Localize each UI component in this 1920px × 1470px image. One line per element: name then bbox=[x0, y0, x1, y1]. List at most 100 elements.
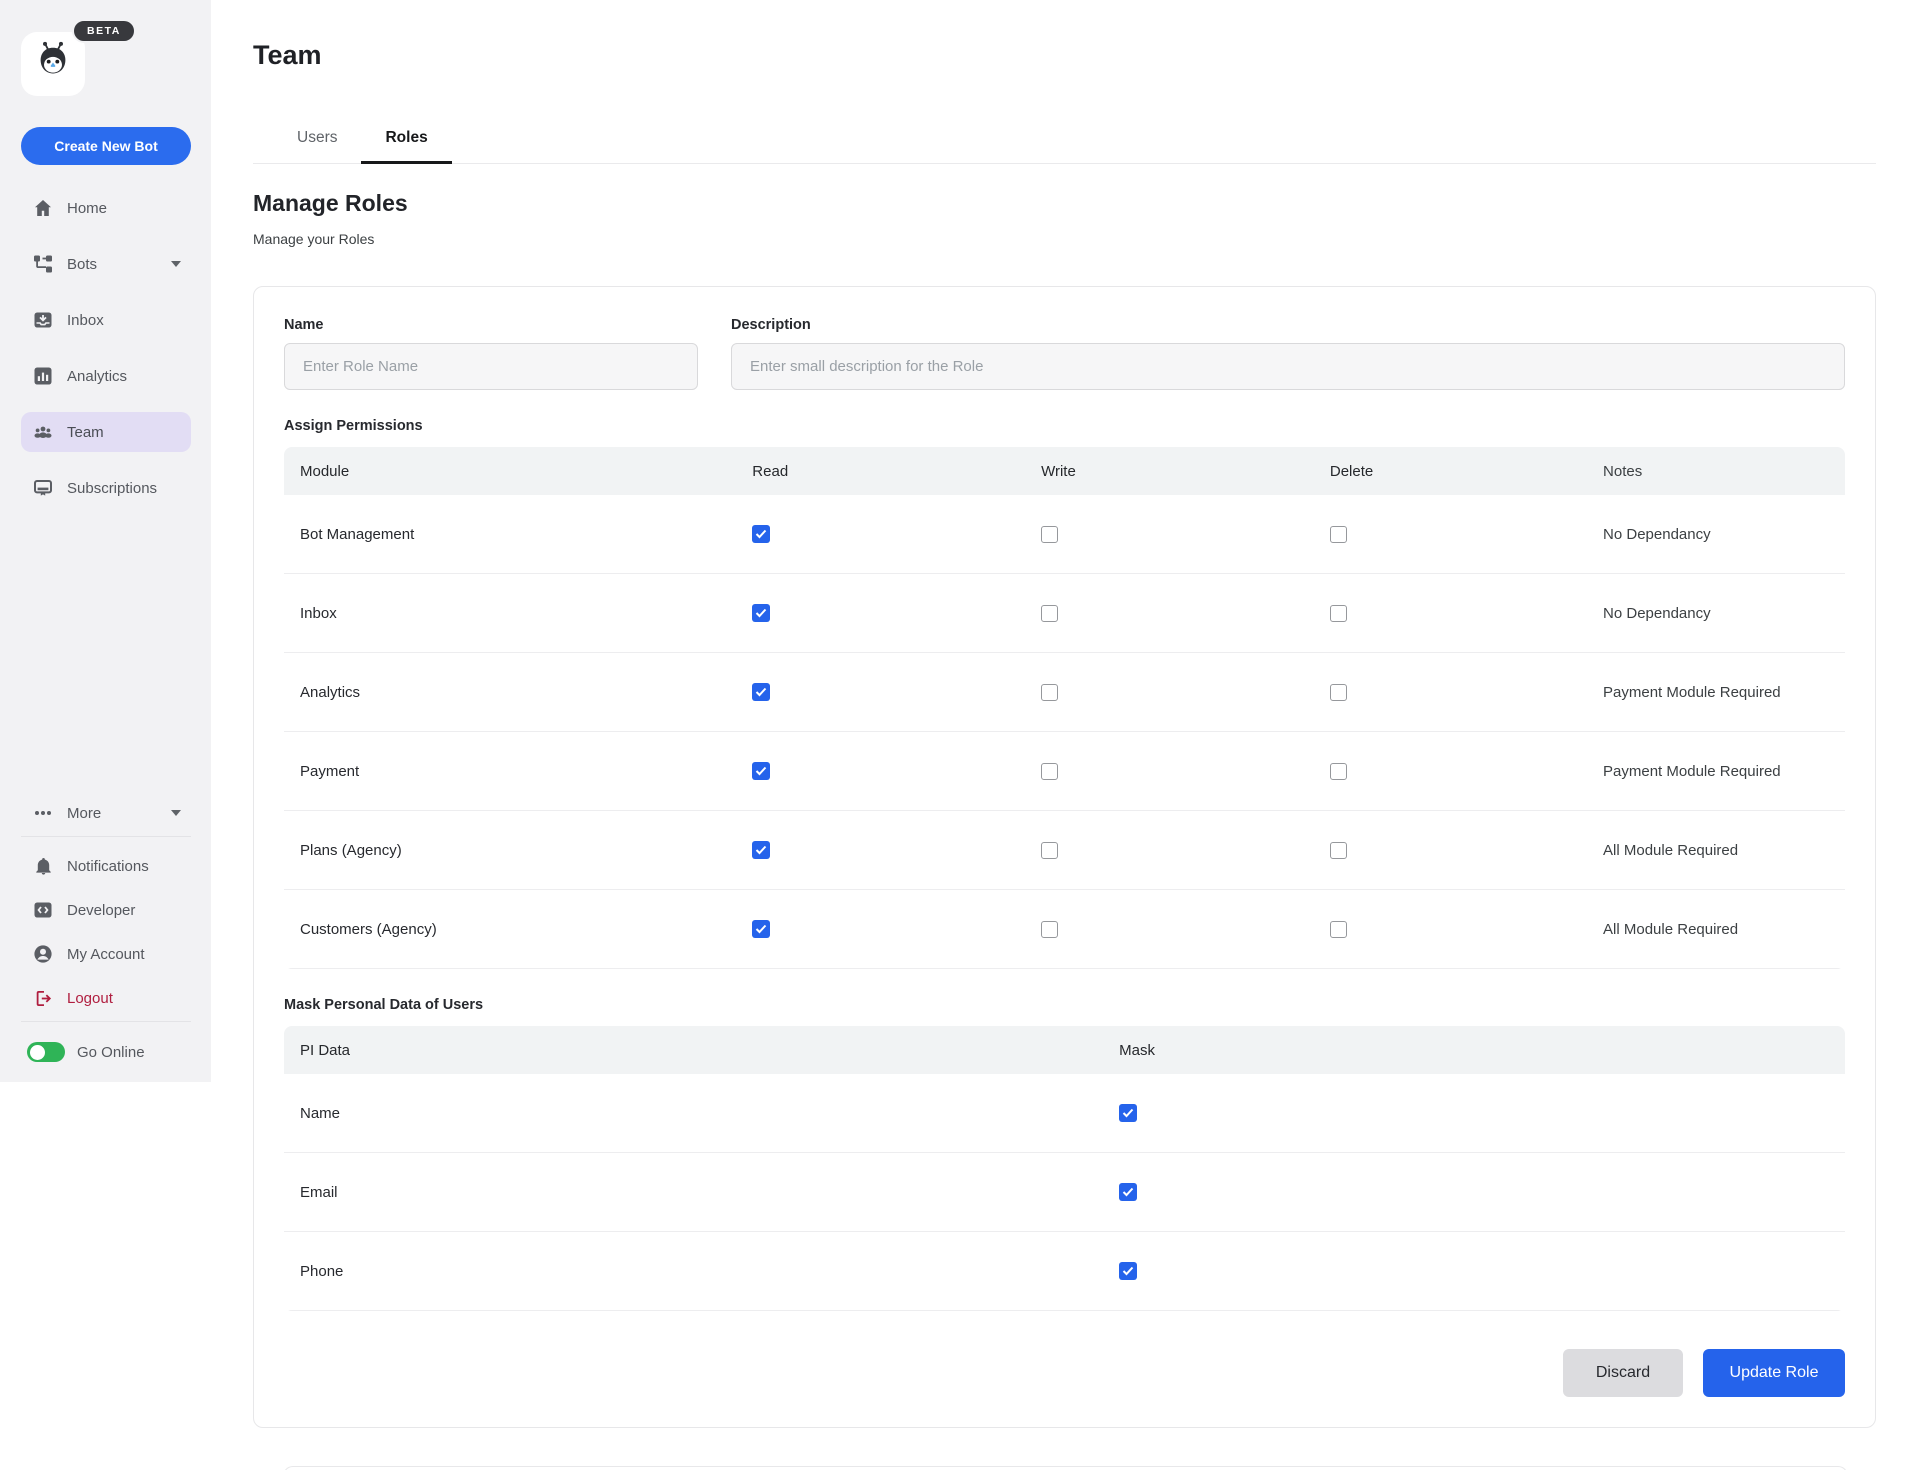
sidebar-item-subscriptions[interactable]: Subscriptions bbox=[21, 468, 191, 508]
primary-nav: Home Bots Inbox Analytics Team Subscript… bbox=[21, 188, 191, 524]
module-notes: No Dependancy bbox=[1603, 604, 1711, 622]
update-role-button[interactable]: Update Role bbox=[1703, 1349, 1845, 1397]
table-row: Customers (Agency) All Module Required bbox=[284, 890, 1845, 969]
read-checkbox[interactable] bbox=[752, 841, 771, 859]
write-checkbox[interactable] bbox=[1041, 920, 1059, 938]
sidebar-item-label: Developer bbox=[67, 901, 136, 919]
delete-checkbox[interactable] bbox=[1329, 762, 1347, 780]
mask-data-label: Mask Personal Data of Users bbox=[284, 997, 484, 1013]
mask-table: PI Data Mask Name Email Phone bbox=[284, 1026, 1845, 1311]
bot-logo-icon bbox=[31, 40, 75, 89]
table-row: Email bbox=[284, 1153, 1845, 1232]
sidebar-item-my-account[interactable]: My Account bbox=[21, 934, 191, 974]
sidebar-item-label: Team bbox=[67, 423, 104, 441]
mask-checkbox[interactable] bbox=[1119, 1183, 1138, 1201]
col-header-mask: Mask bbox=[1119, 1041, 1155, 1059]
table-row: Name bbox=[284, 1074, 1845, 1153]
code-icon bbox=[33, 900, 53, 920]
tab-bar: Users Roles bbox=[253, 116, 1876, 164]
go-online-row: Go Online bbox=[21, 1032, 191, 1072]
sidebar-item-label: Notifications bbox=[67, 857, 149, 875]
module-name: Customers (Agency) bbox=[300, 920, 437, 938]
write-checkbox[interactable] bbox=[1041, 841, 1059, 859]
write-checkbox[interactable] bbox=[1041, 762, 1059, 780]
tab-roles[interactable]: Roles bbox=[361, 116, 452, 164]
mask-checkbox[interactable] bbox=[1119, 1262, 1138, 1280]
col-header-module: Module bbox=[300, 462, 350, 480]
col-header-write: Write bbox=[1041, 462, 1076, 480]
write-checkbox[interactable] bbox=[1041, 525, 1059, 543]
read-checkbox[interactable] bbox=[752, 762, 771, 780]
table-row: Plans (Agency) All Module Required bbox=[284, 811, 1845, 890]
description-label: Description bbox=[731, 317, 811, 333]
sidebar-item-label: Analytics bbox=[67, 367, 128, 385]
role-editor-card: Name Description Assign Permissions Modu… bbox=[253, 286, 1876, 1428]
sidebar-item-label: Inbox bbox=[67, 311, 104, 329]
create-new-bot-button[interactable]: Create New Bot bbox=[21, 127, 191, 165]
module-notes: No Dependancy bbox=[1603, 525, 1711, 543]
section-subtitle: Manage your Roles bbox=[253, 231, 375, 247]
table-row: Payment Payment Module Required bbox=[284, 732, 1845, 811]
pi-field-name: Email bbox=[300, 1183, 338, 1201]
pi-field-name: Phone bbox=[300, 1262, 344, 1280]
sidebar-item-analytics[interactable]: Analytics bbox=[21, 356, 191, 396]
sidebar-divider bbox=[21, 836, 191, 837]
analytics-icon bbox=[33, 366, 53, 386]
logout-icon bbox=[33, 988, 53, 1008]
next-section-top-edge bbox=[283, 1466, 1848, 1470]
mask-header-row: PI Data Mask bbox=[284, 1026, 1845, 1074]
tab-users[interactable]: Users bbox=[273, 116, 361, 163]
read-checkbox[interactable] bbox=[752, 920, 771, 938]
sidebar-item-more[interactable]: More bbox=[21, 793, 191, 833]
sidebar-item-logout[interactable]: Logout bbox=[21, 978, 191, 1018]
delete-checkbox[interactable] bbox=[1329, 920, 1347, 938]
discard-button[interactable]: Discard bbox=[1563, 1349, 1683, 1397]
name-label: Name bbox=[284, 317, 324, 333]
app-logo[interactable] bbox=[21, 32, 85, 96]
toggle-knob bbox=[30, 1044, 45, 1060]
go-online-label: Go Online bbox=[77, 1043, 145, 1061]
go-online-toggle[interactable] bbox=[27, 1042, 65, 1062]
team-icon bbox=[33, 422, 53, 442]
delete-checkbox[interactable] bbox=[1329, 525, 1347, 543]
section-title: Manage Roles bbox=[253, 190, 408, 216]
sidebar-item-team[interactable]: Team bbox=[21, 412, 191, 452]
module-notes: Payment Module Required bbox=[1603, 683, 1781, 701]
module-name: Inbox bbox=[300, 604, 337, 622]
module-notes: All Module Required bbox=[1603, 841, 1739, 859]
sidebar-item-developer[interactable]: Developer bbox=[21, 890, 191, 930]
subscriptions-icon bbox=[33, 478, 53, 498]
main-content: Team Users Roles Manage Roles Manage you… bbox=[211, 0, 1920, 1470]
write-checkbox[interactable] bbox=[1041, 683, 1059, 701]
sidebar-item-home[interactable]: Home bbox=[21, 188, 191, 228]
sidebar: BETA Create New Bot Home Bots Inbox Anal… bbox=[0, 0, 211, 1082]
read-checkbox[interactable] bbox=[752, 683, 771, 701]
role-description-input[interactable] bbox=[731, 343, 1845, 390]
col-header-read: Read bbox=[752, 462, 789, 480]
delete-checkbox[interactable] bbox=[1329, 841, 1347, 859]
home-icon bbox=[33, 198, 53, 218]
secondary-nav: Notifications Developer My Account Logou… bbox=[21, 846, 191, 1022]
read-checkbox[interactable] bbox=[752, 525, 771, 543]
delete-checkbox[interactable] bbox=[1329, 604, 1347, 622]
col-header-delete: Delete bbox=[1329, 462, 1374, 480]
module-name: Plans (Agency) bbox=[300, 841, 402, 859]
bell-icon bbox=[33, 856, 53, 876]
delete-checkbox[interactable] bbox=[1329, 683, 1347, 701]
role-name-input[interactable] bbox=[284, 343, 698, 390]
mask-checkbox[interactable] bbox=[1119, 1104, 1138, 1122]
sidebar-item-label: Home bbox=[67, 199, 108, 217]
sidebar-item-label: Bots bbox=[67, 255, 98, 273]
form-actions: Discard Update Role bbox=[284, 1349, 1845, 1397]
sidebar-item-notifications[interactable]: Notifications bbox=[21, 846, 191, 886]
table-row: Inbox No Dependancy bbox=[284, 574, 1845, 653]
sidebar-item-inbox[interactable]: Inbox bbox=[21, 300, 191, 340]
chevron-down-icon bbox=[171, 261, 181, 267]
table-row: Analytics Payment Module Required bbox=[284, 653, 1845, 732]
write-checkbox[interactable] bbox=[1041, 604, 1059, 622]
account-icon bbox=[33, 944, 53, 964]
module-notes: Payment Module Required bbox=[1603, 762, 1781, 780]
sidebar-item-bots[interactable]: Bots bbox=[21, 244, 191, 284]
module-name: Analytics bbox=[300, 683, 361, 701]
read-checkbox[interactable] bbox=[752, 604, 771, 622]
